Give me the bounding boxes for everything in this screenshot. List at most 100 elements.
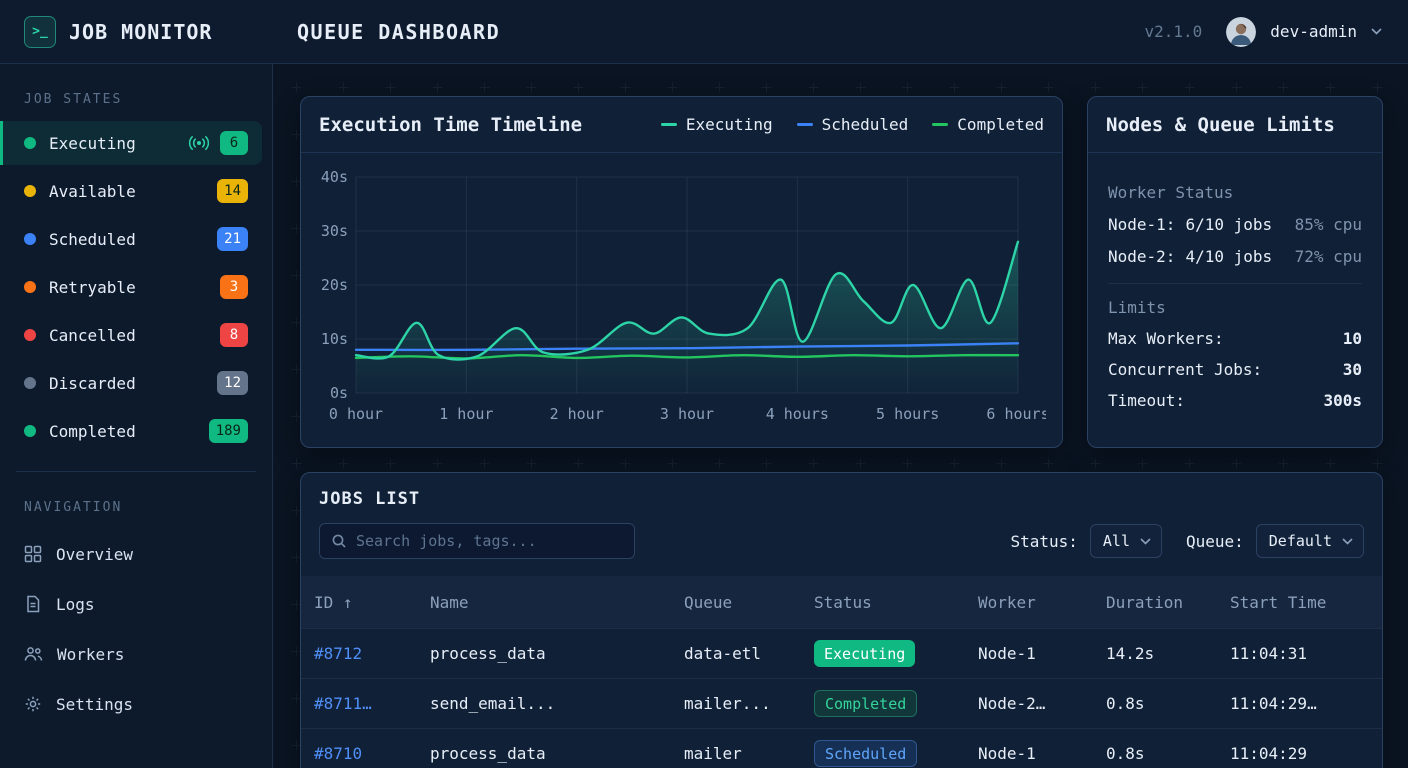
svg-text:10s: 10s	[321, 330, 348, 348]
node-status-row: Node-2: 4/10 jobs 72% cpu	[1108, 247, 1362, 266]
node-cpu: 85% cpu	[1294, 215, 1362, 234]
state-label: Scheduled	[49, 229, 136, 249]
legend-item-completed[interactable]: Completed	[932, 115, 1044, 134]
column-header-0[interactable]: ID ↑	[314, 593, 430, 612]
user-menu-label[interactable]: dev-admin	[1270, 22, 1357, 41]
job-id-link[interactable]: #8712	[314, 644, 430, 663]
sidebar-item-logs[interactable]: Logs	[0, 579, 272, 629]
state-count-badge: 3	[220, 275, 248, 299]
execution-time-chart: 0s 10s 20s 30s 40s 0 hour 1 hour 2 hour 3 hour 4 …	[321, 168, 1046, 423]
legend-item-scheduled[interactable]: Scheduled	[796, 115, 908, 134]
svg-text:30s: 30s	[321, 222, 348, 240]
job-queue: mailer...	[684, 694, 771, 713]
table-header-row: ID ↑ Name Queue Status Worker Duration Start T…	[301, 576, 1382, 628]
sidebar-state-available[interactable]: Available 14	[0, 169, 262, 213]
sidebar-item-overview[interactable]: Overview	[0, 529, 272, 579]
state-dot	[24, 425, 36, 437]
state-label: Retryable	[49, 277, 136, 297]
svg-text:3 hour: 3 hour	[660, 405, 714, 423]
state-dot	[24, 137, 36, 149]
state-label: Completed	[49, 421, 136, 441]
search-input[interactable]	[356, 532, 623, 550]
chevron-down-icon[interactable]	[1371, 28, 1382, 35]
sidebar-state-executing[interactable]: Executing 6	[0, 121, 262, 165]
job-name: send_email...	[430, 694, 556, 713]
sidebar-item-settings[interactable]: Settings	[0, 679, 272, 729]
table-row[interactable]: #8712 process_data data-etl Executing Node-1…	[301, 628, 1382, 678]
legend-swatch	[796, 123, 813, 126]
nodes-body: Worker Status Node-1: 6/10 jobs 85% cpu Nod…	[1088, 153, 1382, 410]
status-badge: Completed	[814, 690, 918, 717]
sidebar-item-workers[interactable]: Workers	[0, 629, 272, 679]
chart-area: 0s 10s 20s 30s 40s 0 hour 1 hour 2 hour 3 hour 4 …	[301, 153, 1062, 445]
legend-label: Completed	[957, 115, 1044, 134]
sidebar-state-scheduled[interactable]: Scheduled 21	[0, 217, 262, 261]
job-duration: 0.8s	[1106, 694, 1145, 713]
sidebar-state-retryable[interactable]: Retryable 3	[0, 265, 262, 309]
job-id-link[interactable]: #8710	[314, 744, 430, 763]
sidebar: JOB STATES Executing 6 Available 14 Schedule…	[0, 64, 273, 768]
node-rows: Node-1: 6/10 jobs 85% cpu Node-2: 4/10 jobs 7…	[1108, 215, 1362, 266]
svg-text:0s: 0s	[330, 384, 348, 402]
limit-value: 30	[1342, 360, 1362, 379]
node-status-row: Node-1: 6/10 jobs 85% cpu	[1108, 215, 1362, 234]
search-box[interactable]	[319, 523, 635, 559]
brand: >_ JOB MONITOR	[0, 15, 273, 48]
svg-text:40s: 40s	[321, 168, 348, 186]
nodes-title: Nodes & Queue Limits	[1106, 113, 1335, 136]
gear-icon	[24, 695, 42, 713]
status-badge: Executing	[814, 640, 916, 667]
queue-filter-value: Default	[1268, 532, 1332, 550]
nodes-card-header: Nodes & Queue Limits	[1088, 97, 1382, 153]
column-header-3: Status	[814, 592, 872, 612]
queue-filter-select[interactable]: Default	[1255, 524, 1364, 558]
avatar[interactable]	[1226, 16, 1257, 47]
limit-value: 10	[1342, 329, 1362, 348]
job-duration: 14.2s	[1106, 644, 1155, 663]
job-id-link[interactable]: #8711…	[314, 694, 430, 713]
legend-swatch	[660, 123, 677, 126]
job-name: process_data	[430, 744, 546, 763]
status-filter-value: All	[1102, 532, 1130, 550]
table-row[interactable]: #8711… send_email... mailer... Completed Nod…	[301, 678, 1382, 728]
node-cpu: 72% cpu	[1294, 247, 1362, 266]
topbar-right: v2.1.0 dev-admin	[1145, 16, 1408, 47]
table-row[interactable]: #8710 process_data mailer Scheduled Node-1 0.…	[301, 728, 1382, 768]
state-dot	[24, 377, 36, 389]
app-title: JOB MONITOR	[69, 19, 213, 44]
node-jobs: 4/10 jobs	[1185, 247, 1273, 266]
state-dot	[24, 329, 36, 341]
node-jobs: 6/10 jobs	[1185, 215, 1273, 234]
sidebar-divider	[16, 471, 256, 472]
sidebar-state-cancelled[interactable]: Cancelled 8	[0, 313, 262, 357]
svg-text:20s: 20s	[321, 276, 348, 294]
jobs-list-card: JOBS LIST Status: All Que	[300, 472, 1383, 768]
column-header-1: Name	[430, 592, 469, 612]
job-states-header: JOB STATES	[24, 92, 123, 107]
sidebar-state-completed[interactable]: Completed 189	[0, 409, 262, 453]
search-icon	[331, 533, 347, 549]
job-states-list: Executing 6 Available 14 Scheduled 21 Retryabl…	[0, 121, 272, 453]
filters: Status: All Queue: Default	[1010, 524, 1364, 558]
limit-label: Concurrent Jobs:	[1108, 360, 1263, 379]
job-start-time: 11:04:29	[1230, 744, 1308, 763]
nav-item-label: Workers	[57, 644, 125, 664]
legend-item-executing[interactable]: Executing	[660, 115, 773, 134]
grid-icon	[24, 545, 42, 563]
svg-text:2 hour: 2 hour	[550, 405, 604, 423]
state-count-badge: 21	[217, 227, 248, 251]
limit-row: Timeout: 300s	[1108, 391, 1362, 410]
chevron-down-icon	[1342, 537, 1353, 545]
status-filter-select[interactable]: All	[1089, 524, 1162, 558]
nodes-card: Nodes & Queue Limits Worker Status Node-…	[1087, 96, 1383, 448]
main-content: Execution Time Timeline Executing Schedul…	[273, 64, 1408, 768]
top-bar: >_ JOB MONITOR QUEUE DASHBOARD v2.1.0 de…	[0, 0, 1408, 64]
job-worker: Node-2…	[978, 694, 1046, 713]
node-name: Node-1:	[1108, 215, 1176, 234]
sidebar-state-discarded[interactable]: Discarded 12	[0, 361, 262, 405]
job-worker: Node-1	[978, 644, 1036, 663]
state-count-badge: 189	[208, 419, 248, 443]
job-duration: 0.8s	[1106, 744, 1145, 763]
navigation-header: NAVIGATION	[24, 500, 123, 515]
limit-row: Max Workers: 10	[1108, 329, 1362, 348]
